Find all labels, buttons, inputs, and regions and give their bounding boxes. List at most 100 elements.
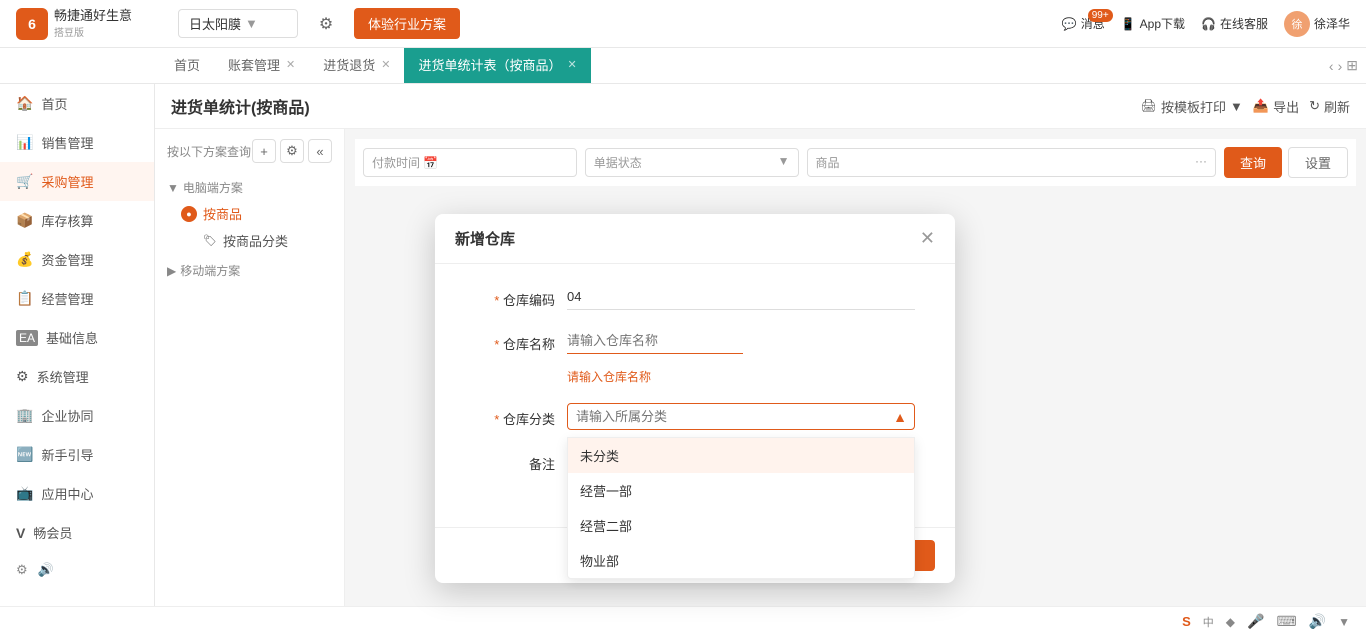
export-icon: 📤: [1253, 98, 1269, 114]
gear-icon: ⚙: [319, 14, 333, 34]
refresh-action[interactable]: ↻ 刷新: [1309, 97, 1350, 116]
date-range-picker[interactable]: 付款时间 📅: [363, 148, 577, 177]
print-action[interactable]: 🖨 按模板打印 ▼: [1140, 97, 1242, 116]
sidebar-vip-label: 畅会员: [33, 523, 72, 542]
finance-icon: 💰: [16, 251, 33, 268]
mic-icon[interactable]: 🎤: [1247, 613, 1264, 630]
top-header: 6 畅捷通好生意 搭豆版 日太阳膜 ▼ ⚙ 体验行业方案 💬 消息 99+ 📱 …: [0, 0, 1366, 48]
sidebar-item-enterprise[interactable]: 🏢 企业协同: [0, 396, 154, 435]
status-label: 单据状态: [594, 154, 642, 171]
company-selector[interactable]: 日太阳膜 ▼: [178, 9, 298, 38]
speaker-icon[interactable]: 🔊: [1309, 613, 1326, 630]
home-icon: 🏠: [16, 95, 33, 112]
category-label-text: 仓库分类: [503, 412, 555, 427]
sidebar-guide-label: 新手引导: [41, 445, 93, 464]
by-product-category-item[interactable]: 🏷 按商品分类: [181, 227, 332, 254]
sidebar-item-home[interactable]: 🏠 首页: [0, 84, 154, 123]
tab-accounts[interactable]: 账套管理 ✕: [214, 48, 309, 83]
goods-selector[interactable]: 商品 ···: [807, 148, 1216, 177]
goods-label: 商品: [816, 154, 840, 171]
user-action[interactable]: 徐 徐泽华: [1284, 11, 1350, 37]
tab-home[interactable]: 首页: [160, 48, 214, 83]
name-required: *: [494, 337, 499, 352]
select-arrow-up-icon[interactable]: ▲: [893, 409, 907, 425]
message-icon: 💬: [1062, 17, 1077, 31]
mobile-plan-arrow-icon: ▶: [167, 264, 176, 278]
close-accounts-icon[interactable]: ✕: [286, 58, 295, 71]
message-action[interactable]: 💬 消息 99+: [1062, 15, 1105, 32]
sidebar-item-guide[interactable]: 🆕 新手引导: [0, 435, 154, 474]
diamond-icon: ◆: [1226, 615, 1235, 629]
enterprise-icon: 🏢: [16, 407, 33, 424]
dropdown-item-property[interactable]: 物业部: [568, 543, 914, 578]
mobile-icon: 📱: [1121, 17, 1136, 31]
sidebar-item-sales[interactable]: 📊 销售管理: [0, 123, 154, 162]
query-buttons: 查询 设置: [1224, 147, 1348, 178]
mobile-plan-section: ▶ 移动端方案: [167, 258, 332, 283]
tab-purchase-stats[interactable]: 进货单统计表（按商品） ✕: [404, 48, 590, 83]
sidebar: 🏠 首页 📊 销售管理 🛒 采购管理 📦 库存核算 💰 资金管理 📋 经营管理 …: [0, 84, 155, 636]
code-input[interactable]: [567, 284, 915, 310]
sidebar-item-apps[interactable]: 📺 应用中心: [0, 474, 154, 513]
settings-button[interactable]: 设置: [1288, 147, 1348, 178]
sidebar-enterprise-label: 企业协同: [41, 406, 93, 425]
by-product-category-label: 按商品分类: [223, 231, 288, 250]
dropdown-item-dept2[interactable]: 经营二部: [568, 508, 914, 543]
product-category-icon: 🏷: [203, 234, 217, 247]
bottom-bar: S 中 ◆ 🎤 ⌨ 🔊 ▼: [0, 606, 1366, 636]
export-action[interactable]: 📤 导出: [1253, 97, 1299, 116]
online-service-label: 在线客服: [1220, 15, 1268, 32]
sidebar-item-basic[interactable]: EA 基础信息: [0, 318, 154, 357]
close-purchase-stats-icon[interactable]: ✕: [568, 58, 577, 71]
name-input[interactable]: [567, 328, 743, 354]
app-download-label: App下载: [1140, 15, 1185, 32]
sidebar-item-system[interactable]: ⚙ 系统管理: [0, 357, 154, 396]
table-toolbar: 付款时间 📅 单据状态 ▼ 商品 ··· 查询 设置: [355, 139, 1356, 186]
keyboard-icon[interactable]: ⌨: [1276, 613, 1296, 630]
filter-label: 按以下方案查询: [167, 143, 251, 160]
print-icon: 🖨: [1140, 98, 1157, 114]
add-filter-button[interactable]: +: [252, 139, 276, 163]
dropdown-item-dept1[interactable]: 经营一部: [568, 473, 914, 508]
status-selector[interactable]: 单据状态 ▼: [585, 148, 799, 177]
trial-button[interactable]: 体验行业方案: [354, 8, 460, 39]
code-label-text: 仓库编码: [503, 293, 555, 308]
collapse-filter-button[interactable]: «: [308, 139, 332, 163]
tab-purchase-return[interactable]: 进货退货 ✕: [309, 48, 404, 83]
by-product-item[interactable]: ● 按商品: [181, 200, 332, 227]
sidebar-system-label: 系统管理: [37, 367, 89, 386]
category-label: * 仓库分类: [475, 403, 555, 428]
modal-close-button[interactable]: ✕: [920, 228, 935, 249]
sidebar-expand-icon[interactable]: 🔊: [38, 562, 54, 578]
vip-icon: V: [16, 525, 25, 541]
headset-icon: 🎧: [1201, 17, 1216, 31]
content-area: 进货单统计(按商品) 🖨 按模板打印 ▼ 📤 导出 ↻ 刷新: [155, 84, 1366, 636]
name-label: * 仓库名称: [475, 328, 555, 354]
purchase-icon: 🛒: [16, 173, 33, 190]
sidebar-item-finance[interactable]: 💰 资金管理: [0, 240, 154, 279]
close-purchase-return-icon[interactable]: ✕: [381, 58, 390, 71]
tab-left-arrow-icon[interactable]: ‹: [1329, 58, 1334, 74]
category-input[interactable]: [567, 403, 915, 430]
filter-settings-button[interactable]: ⚙: [280, 139, 304, 163]
filter-panel: 按以下方案查询 + ⚙ « ▼ 电脑端方案 ●: [155, 129, 345, 631]
sidebar-item-purchase[interactable]: 🛒 采购管理: [0, 162, 154, 201]
online-service-action[interactable]: 🎧 在线客服: [1201, 15, 1268, 32]
query-button[interactable]: 查询: [1224, 147, 1282, 178]
category-required: *: [494, 412, 499, 427]
dropdown-arrow-icon[interactable]: ▼: [1338, 615, 1350, 629]
tab-menu-icon[interactable]: ⊞: [1346, 57, 1358, 74]
dropdown-item-uncategorized[interactable]: 未分类: [568, 438, 914, 473]
sidebar-item-operations[interactable]: 📋 经营管理: [0, 279, 154, 318]
page-title: 进货单统计(按商品): [171, 94, 310, 118]
tab-right-arrow-icon[interactable]: ›: [1338, 58, 1343, 74]
sidebar-item-inventory[interactable]: 📦 库存核算: [0, 201, 154, 240]
lang-label: 中: [1203, 614, 1214, 630]
name-label-text: 仓库名称: [503, 337, 555, 352]
sidebar-item-vip[interactable]: V 畅会员: [0, 513, 154, 552]
refresh-icon: ↻: [1309, 98, 1320, 114]
app-download-action[interactable]: 📱 App下载: [1121, 15, 1185, 32]
filter-header: 按以下方案查询 + ⚙ «: [155, 139, 344, 171]
gear-button[interactable]: ⚙: [310, 8, 342, 40]
sidebar-settings-icon[interactable]: ⚙: [16, 562, 28, 578]
